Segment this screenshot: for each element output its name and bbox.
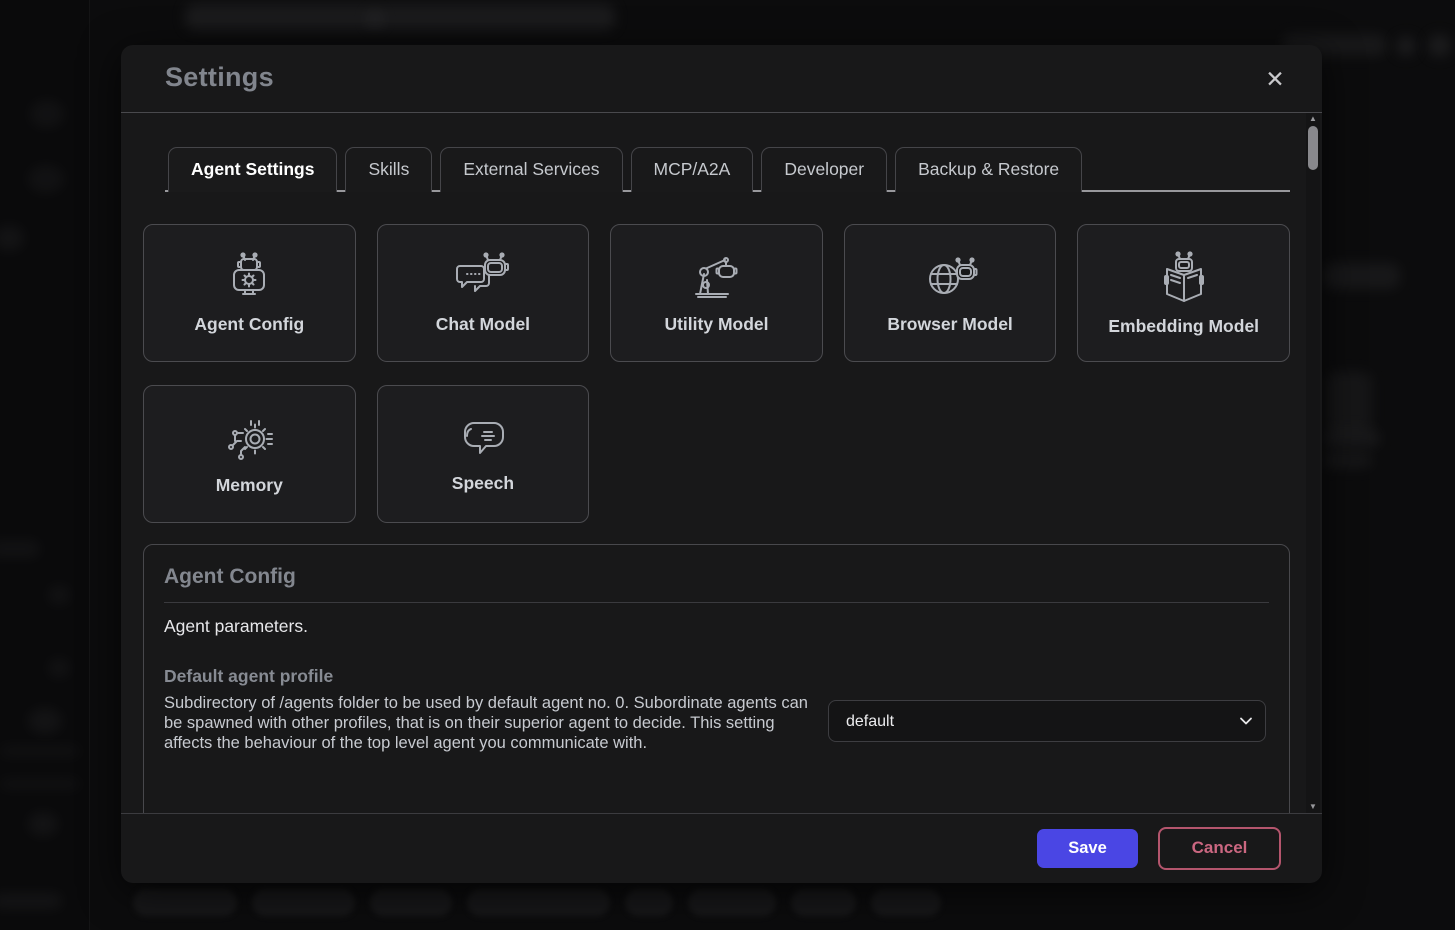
card-label: Memory [216,475,283,496]
default-agent-profile-select[interactable]: default [828,700,1266,742]
tab-external-services[interactable]: External Services [440,147,622,192]
card-label: Embedding Model [1108,316,1259,337]
tab-backup-restore[interactable]: Backup & Restore [895,147,1082,192]
card-utility-model[interactable]: Utility Model [610,224,823,362]
card-memory[interactable]: Memory [143,385,356,523]
settings-cards-grid: Agent Config Chat Model Utility Model Br… [143,224,1290,523]
field-label: Default agent profile [164,666,1269,687]
modal-content: Agent SettingsSkillsExternal ServicesMCP… [121,113,1322,813]
section-title: Agent Config [164,565,1269,603]
card-browser-model[interactable]: Browser Model [844,224,1057,362]
card-embedding-model[interactable]: Embedding Model [1077,224,1290,362]
tab-agent-settings[interactable]: Agent Settings [168,147,337,192]
scroll-down-icon[interactable]: ▼ [1306,801,1320,813]
circuit-gear-icon [221,413,277,465]
card-agent-config[interactable]: Agent Config [143,224,356,362]
card-chat-model[interactable]: Chat Model [377,224,590,362]
cancel-button[interactable]: Cancel [1158,827,1281,870]
card-label: Agent Config [194,314,304,335]
tab-mcp-a2a[interactable]: MCP/A2A [631,147,754,192]
modal-footer: Save Cancel [121,813,1322,882]
card-label: Utility Model [664,314,768,335]
robot-globe-icon [922,252,978,304]
close-icon[interactable]: ✕ [1261,65,1289,93]
tab-developer[interactable]: Developer [761,147,887,192]
dimmed-sidebar [0,0,90,930]
field-description: Subdirectory of /agents folder to be use… [164,693,812,753]
robot-book-icon [1157,250,1211,306]
card-label: Speech [452,473,514,494]
scroll-up-icon[interactable]: ▲ [1306,113,1320,125]
scrollbar-thumb[interactable] [1308,126,1318,170]
tab-skills[interactable]: Skills [345,147,432,192]
settings-modal: Settings ✕ Agent SettingsSkillsExternal … [121,45,1322,883]
card-label: Chat Model [436,314,530,335]
card-speech[interactable]: Speech [377,385,590,523]
section-subtitle: Agent parameters. [164,616,1269,637]
speech-bubble-icon [456,415,510,463]
modal-title: Settings [165,62,274,93]
modal-scrollbar[interactable]: ▲ ▼ [1306,113,1320,813]
robot-chat-icon [455,252,511,304]
robot-gear-icon [223,252,275,304]
card-label: Browser Model [887,314,1012,335]
save-button[interactable]: Save [1037,829,1138,868]
robot-arm-icon [688,252,744,304]
modal-header: Settings ✕ [121,45,1322,113]
tabs: Agent SettingsSkillsExternal ServicesMCP… [168,147,1290,192]
agent-config-section: Agent Config Agent parameters. Default a… [143,544,1290,813]
default-agent-profile-field: Default agent profile Subdirectory of /a… [164,666,1269,753]
